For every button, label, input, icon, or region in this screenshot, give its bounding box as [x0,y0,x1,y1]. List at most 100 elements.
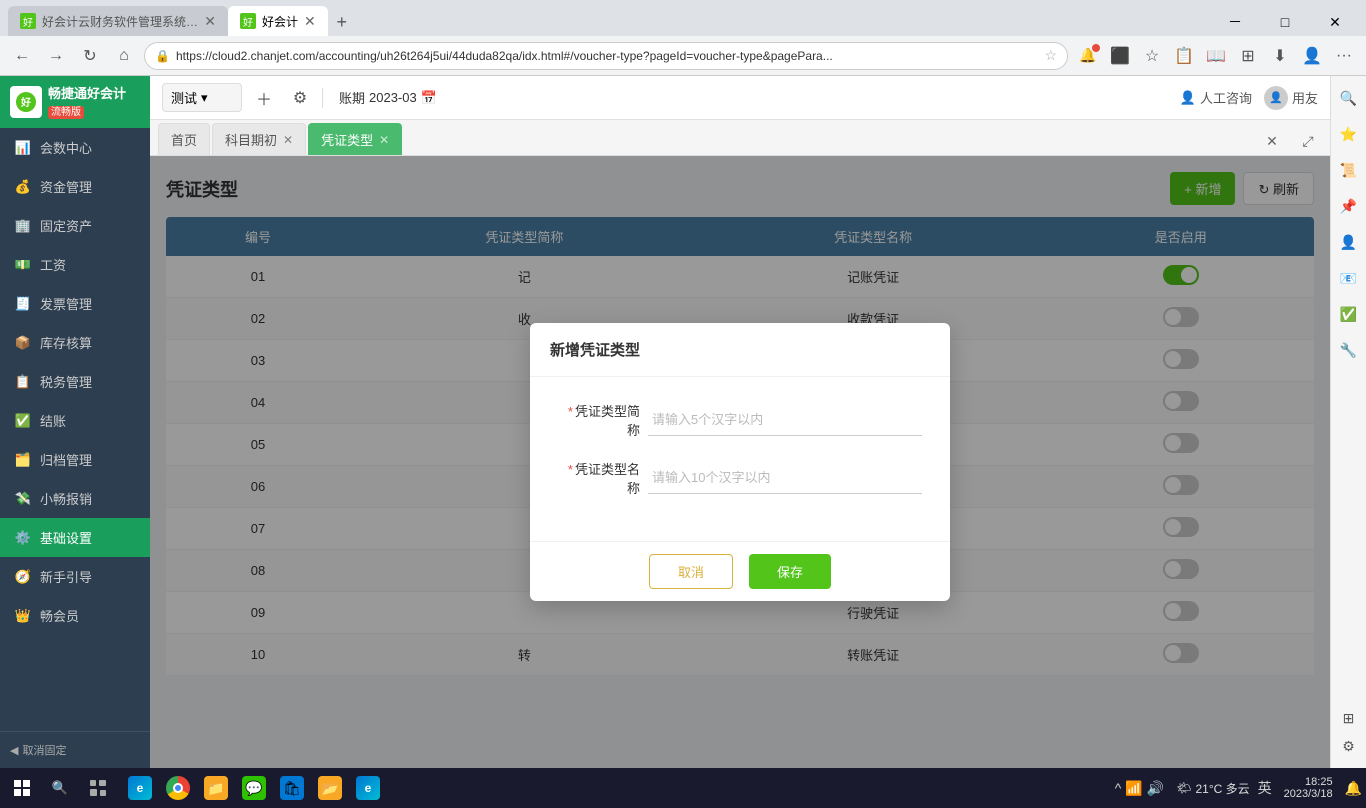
tab-subject-label: 科目期初 [225,130,277,149]
tab-close-button[interactable]: ✕ [1258,127,1286,155]
addon-button[interactable]: ⬛ [1106,42,1134,70]
taskbar-task-view[interactable] [80,770,116,806]
taskbar-edge-icon[interactable]: e [122,770,158,806]
cancel-pin-label: 取消固定 [22,742,66,758]
taskbar-clock[interactable]: 18:25 2023/3/18 [1276,776,1341,800]
calendar-icon[interactable]: 📅 [421,90,437,106]
url-bar[interactable]: 🔒 https://cloud2.chanjet.com/accounting/… [144,42,1068,70]
sidebar-item-label-new-guide: 新手引导 [40,567,92,586]
sidebar-item-basic-settings[interactable]: ⚙️ 基础设置 [0,518,150,557]
taskbar-search-button[interactable]: 🔍 [42,770,78,806]
tab-voucher-type[interactable]: 凭证类型 ✕ [308,123,402,155]
period-info: 账期 2023-03 📅 [339,88,437,107]
taskbar-files[interactable]: 📂 [312,770,348,806]
start-button[interactable] [4,770,40,806]
tray-lang[interactable]: 英 [1258,778,1272,798]
sidebar-item-label-archive: 归档管理 [40,450,92,469]
tab-fullscreen-button[interactable]: ⤢ [1294,127,1322,155]
minimize-button[interactable]: － [1212,8,1258,36]
sidebar-logo[interactable]: 好 畅捷通好会计 流畅版 [0,76,150,128]
support-button[interactable]: 👤 人工咨询 [1180,88,1252,107]
right-history-button[interactable]: 📜 [1335,156,1363,184]
tab-home[interactable]: 首页 [158,123,210,155]
extensions-button[interactable]: 🔔 [1074,42,1102,70]
tray-network[interactable]: 📶 [1125,780,1142,797]
settings-button[interactable]: ⚙ [286,84,314,112]
more-button[interactable]: ··· [1330,42,1358,70]
tray-chevron[interactable]: ^ [1115,780,1122,796]
collections-button[interactable]: 📋 [1170,42,1198,70]
close-button[interactable]: ✕ [1312,8,1358,36]
invoice-icon: 🧾 [14,295,32,313]
sidebar-item-inventory[interactable]: 📦 库存核算 [0,323,150,362]
tax-icon: 📋 [14,373,32,391]
browser-chrome: 好 好会计云财务软件管理系统_会计 ✕ 好 好会计 ✕ + － □ ✕ ← → … [0,0,1366,76]
save-button[interactable]: 保存 [749,554,831,589]
taskbar-chrome-icon[interactable] [160,770,196,806]
inventory-icon: 📦 [14,334,32,352]
tab1-favicon: 好 [20,13,36,29]
right-favorites-button[interactable]: ⭐ [1335,120,1363,148]
short-input[interactable] [648,404,922,436]
address-bar: ← → ↻ ⌂ 🔒 https://cloud2.chanjet.com/acc… [0,36,1366,76]
downloads-button[interactable]: ⬇ [1266,42,1294,70]
right-collections-button[interactable]: 📌 [1335,192,1363,220]
sidebar-item-payroll[interactable]: 💵 工资 [0,245,150,284]
browser-tab-1[interactable]: 好 好会计云财务软件管理系统_会计 ✕ [8,6,228,36]
home-button[interactable]: ⌂ [110,42,138,70]
forward-button[interactable]: → [42,42,70,70]
sidebar-item-invoice[interactable]: 🧾 发票管理 [0,284,150,323]
tab1-close[interactable]: ✕ [204,14,216,28]
sidebar-item-archive[interactable]: 🗂️ 归档管理 [0,440,150,479]
sidebar-item-capital[interactable]: 💰 资金管理 [0,167,150,206]
sidebar-item-new-guide[interactable]: 🧭 新手引导 [0,557,150,596]
reading-button[interactable]: ⊞ [1234,42,1262,70]
taskbar-store[interactable]: 🛍 [274,770,310,806]
right-outlook-button[interactable]: 📧 [1335,264,1363,292]
tray-sound[interactable]: 🔊 [1147,780,1164,797]
taskbar-wechat[interactable]: 💬 [236,770,272,806]
workspace-selector[interactable]: 测试 ▾ [162,83,242,112]
sidebar-item-membership[interactable]: 👑 畅会员 [0,596,150,635]
tab-subject[interactable]: 科目期初 ✕ [212,123,306,155]
tab-subject-close[interactable]: ✕ [283,133,293,147]
sidebar-item-dashboard[interactable]: 📊 会数中心 [0,128,150,167]
right-tools-button[interactable]: 🔧 [1335,336,1363,364]
name-input[interactable] [648,462,922,494]
sidebar-item-tax[interactable]: 📋 税务管理 [0,362,150,401]
favs-button[interactable]: ☆ [1138,42,1166,70]
sidebar-item-checkout[interactable]: ✅ 结账 [0,401,150,440]
taskbar-edge2[interactable]: e [350,770,386,806]
tab2-close[interactable]: ✕ [304,14,316,28]
maximize-button[interactable]: □ [1262,8,1308,36]
sidebar-menu: 📊 会数中心 💰 资金管理 🏢 固定资产 💵 工资 🧾 发票管理 📦 库 [0,128,150,731]
user-info[interactable]: 👤 用友 [1264,86,1318,110]
right-search-button[interactable]: 🔍 [1335,84,1363,112]
logo-badge: 流畅版 [48,106,84,119]
profile-button[interactable]: 👤 [1298,42,1326,70]
right-settings-button[interactable]: ⚙ [1335,732,1363,760]
capital-icon: 💰 [14,178,32,196]
back-button[interactable]: ← [8,42,36,70]
right-todo-button[interactable]: ✅ [1335,300,1363,328]
browser-tab-2[interactable]: 好 好会计 ✕ [228,6,328,36]
immersive-button[interactable]: 📖 [1202,42,1230,70]
tab-voucher-type-close[interactable]: ✕ [379,133,389,147]
star-icon[interactable]: ☆ [1044,47,1057,64]
taskbar-file-explorer[interactable]: 📁 [198,770,234,806]
dropdown-icon: ▾ [201,90,208,106]
sidebar-item-expense[interactable]: 💸 小畅报销 [0,479,150,518]
new-tab-button[interactable]: + [328,8,356,36]
right-grid-button[interactable]: ⊞ [1335,704,1363,732]
add-workspace-button[interactable]: ＋ [250,84,278,112]
right-profile-button[interactable]: 👤 [1335,228,1363,256]
cancel-pin-button[interactable]: ◀ 取消固定 [10,742,140,758]
sidebar-item-fixed-assets[interactable]: 🏢 固定资产 [0,206,150,245]
reload-button[interactable]: ↻ [76,42,104,70]
dialog-overlay: 新增凭证类型 凭证类型简称 凭证类型名称 取消 [150,156,1330,768]
expense-icon: 💸 [14,490,32,508]
weather-info[interactable]: 🌤 21°C 多云 [1172,780,1253,797]
notification-button[interactable]: 🔔 [1345,780,1362,797]
sidebar-item-label-checkout: 结账 [40,411,66,430]
cancel-button[interactable]: 取消 [649,554,733,589]
